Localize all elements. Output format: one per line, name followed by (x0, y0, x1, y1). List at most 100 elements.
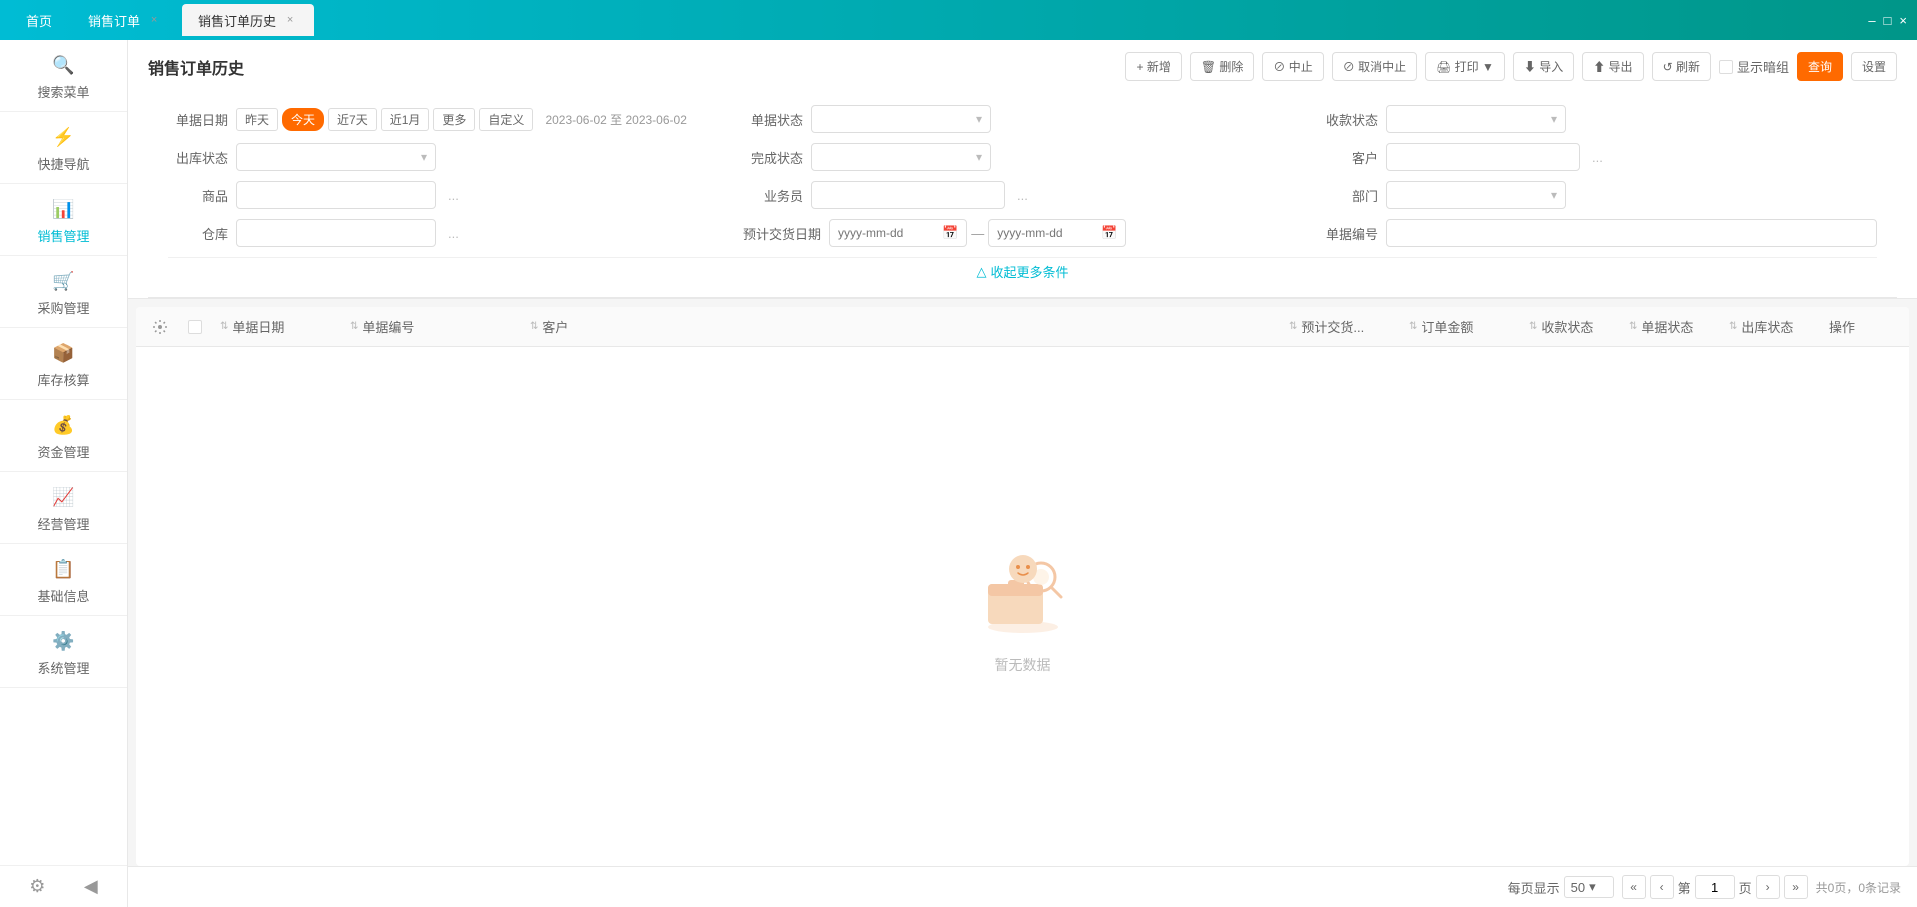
query-button[interactable]: 查询 (1797, 52, 1843, 81)
th-customer[interactable]: ⇅ 客户 (522, 317, 1281, 336)
date-range-text: 2023-06-02 至 2023-06-02 (545, 111, 686, 128)
sidebar-item-system[interactable]: ⚙️ 系统管理 (0, 616, 127, 688)
sidebar-item-inventory[interactable]: 📦 库存核算 (0, 328, 127, 400)
th-order-no[interactable]: ⇅ 单据编号 (342, 317, 522, 336)
content-area: 销售订单历史 + 新增 🗑 删除 ⊘ 中止 ⊘ 取消中止 🖨 打印 ▼ ⬇ 导入… (128, 40, 1917, 907)
sidebar-label-sales: 销售管理 (37, 226, 89, 245)
inventory-icon: 📦 (53, 342, 75, 364)
sidebar-item-operations[interactable]: 📈 经营管理 (0, 472, 127, 544)
custom-btn[interactable]: 自定义 (479, 108, 533, 131)
sidebar-item-finance[interactable]: 💰 资金管理 (0, 400, 127, 472)
th-date-label: 单据日期 (232, 317, 284, 336)
prev-page-button[interactable]: ‹ (1650, 875, 1674, 899)
operations-icon: 📈 (53, 486, 75, 508)
delivery-status-section: 出库状态 ▾ (168, 143, 727, 171)
page-size-box[interactable]: 50 ▾ (1564, 876, 1614, 898)
customer-text-input[interactable] (1395, 150, 1571, 165)
salesperson-text-input[interactable] (820, 188, 996, 203)
product-input[interactable] (236, 181, 436, 209)
calendar-to-icon: 📅 (1101, 225, 1117, 241)
order-number-input[interactable] (1386, 219, 1877, 247)
sidebar-label-basic-info: 基础信息 (37, 586, 89, 605)
tab-sales-order[interactable]: 销售订单 × (72, 4, 178, 36)
th-checkbox[interactable] (180, 320, 212, 334)
close-tab-sales-order[interactable]: × (146, 12, 162, 28)
sidebar-label-purchase: 采购管理 (37, 298, 89, 317)
display-col-checkbox[interactable] (1719, 60, 1733, 74)
settings-button[interactable]: 设置 (1851, 52, 1897, 81)
next-page-button[interactable]: › (1756, 875, 1780, 899)
salesperson-input[interactable] (811, 181, 1005, 209)
page-header: 销售订单历史 + 新增 🗑 删除 ⊘ 中止 ⊘ 取消中止 🖨 打印 ▼ ⬇ 导入… (128, 40, 1917, 299)
th-order-status[interactable]: ⇅ 单据状态 (1621, 317, 1721, 336)
cancel-stop-button[interactable]: ⊘ 取消中止 (1332, 52, 1417, 81)
sidebar-item-quick-nav[interactable]: ⚡ 快捷导航 (0, 112, 127, 184)
order-number-text-input[interactable] (1395, 226, 1868, 241)
delivery-status-select[interactable]: ▾ (236, 143, 436, 171)
salesperson-ellipsis[interactable]: ... (1013, 188, 1032, 203)
tab-home[interactable]: 首页 (10, 4, 68, 36)
delivery-date-from-input[interactable]: 📅 (829, 219, 967, 247)
refresh-button[interactable]: ↺ 刷新 (1652, 52, 1711, 81)
delete-button[interactable]: 🗑 删除 (1190, 52, 1255, 81)
select-all-checkbox[interactable] (188, 320, 202, 334)
new-button[interactable]: + 新增 (1125, 52, 1181, 81)
restore-button[interactable]: □ (1884, 13, 1892, 28)
sidebar-item-purchase[interactable]: 🛒 采购管理 (0, 256, 127, 328)
sidebar: 🔍 搜索菜单 ⚡ 快捷导航 📊 销售管理 🛒 采购管理 📦 库存核算 💰 资金管… (0, 40, 128, 907)
stop-button[interactable]: ⊘ 中止 (1262, 52, 1323, 81)
product-ellipsis[interactable]: ... (444, 188, 463, 203)
sidebar-item-basic-info[interactable]: 📋 基础信息 (0, 544, 127, 616)
minimize-button[interactable]: – (1868, 13, 1875, 28)
first-page-button[interactable]: « (1622, 875, 1646, 899)
delivery-date-range: 📅 — 📅 (829, 219, 1126, 247)
close-tab-sales-order-history[interactable]: × (282, 12, 298, 28)
tab-sales-order-history[interactable]: 销售订单历史 × (182, 4, 314, 36)
th-amount[interactable]: ⇅ 订单金额 (1401, 317, 1521, 336)
export-button[interactable]: ⬆ 导出 (1582, 52, 1643, 81)
print-button[interactable]: 🖨 打印 ▼ (1425, 52, 1505, 81)
warehouse-text-input[interactable] (245, 226, 427, 241)
display-col-label: 显示暗组 (1737, 57, 1789, 76)
more-btn[interactable]: 更多 (433, 108, 475, 131)
sidebar-settings-button[interactable]: ⚙ (29, 876, 45, 897)
last7-btn[interactable]: 近7天 (328, 108, 377, 131)
page-number-input[interactable] (1695, 875, 1735, 899)
sidebar-item-sales[interactable]: 📊 销售管理 (0, 184, 127, 256)
payment-status-select[interactable]: ▾ (1386, 105, 1566, 133)
customer-input[interactable] (1386, 143, 1580, 171)
last-page-button[interactable]: » (1784, 875, 1808, 899)
warehouse-ellipsis[interactable]: ... (444, 226, 463, 241)
payment-status-chevron: ▾ (1551, 112, 1557, 126)
delivery-date-to-input[interactable]: 📅 (988, 219, 1126, 247)
sort-delivery-icon: ⇅ (1289, 321, 1297, 332)
order-status-select[interactable]: ▾ (811, 105, 991, 133)
th-payment-status[interactable]: ⇅ 收款状态 (1521, 317, 1621, 336)
date-shortcuts: 昨天 今天 近7天 近1月 更多 自定义 (236, 108, 533, 131)
filter-row-2: 出库状态 ▾ 完成状态 ▾ 客户 (168, 143, 1877, 171)
th-date[interactable]: ⇅ 单据日期 (212, 317, 342, 336)
today-btn[interactable]: 今天 (282, 108, 324, 131)
product-text-input[interactable] (245, 188, 427, 203)
sidebar-item-search-menu[interactable]: 🔍 搜索菜单 (0, 40, 127, 112)
finance-icon: 💰 (53, 414, 75, 436)
table-header: ⇅ 单据日期 ⇅ 单据编号 ⇅ 客户 ⇅ 预计交货... ⇅ 订单金额 (136, 307, 1909, 347)
customer-ellipsis[interactable]: ... (1588, 150, 1607, 165)
collapse-more-button[interactable]: △ 收起更多条件 (168, 257, 1877, 285)
th-settings[interactable] (144, 319, 180, 335)
close-button[interactable]: × (1899, 13, 1907, 28)
department-select[interactable]: ▾ (1386, 181, 1566, 209)
th-delivery[interactable]: ⇅ 预计交货... (1281, 317, 1401, 336)
delivery-date-from-text[interactable] (838, 226, 938, 240)
last1m-btn[interactable]: 近1月 (381, 108, 430, 131)
th-delivery-status[interactable]: ⇅ 出库状态 (1721, 317, 1821, 336)
warehouse-input[interactable] (236, 219, 436, 247)
delivery-date-to-text[interactable] (997, 226, 1097, 240)
sidebar-collapse-button[interactable]: ◀ (84, 876, 98, 897)
payment-status-section: 收款状态 ▾ (1318, 105, 1877, 133)
display-col-toggle[interactable]: 显示暗组 (1719, 57, 1789, 76)
empty-state: 暂无数据 (136, 347, 1909, 866)
yesterday-btn[interactable]: 昨天 (236, 108, 278, 131)
import-button[interactable]: ⬇ 导入 (1513, 52, 1574, 81)
complete-status-select[interactable]: ▾ (811, 143, 991, 171)
